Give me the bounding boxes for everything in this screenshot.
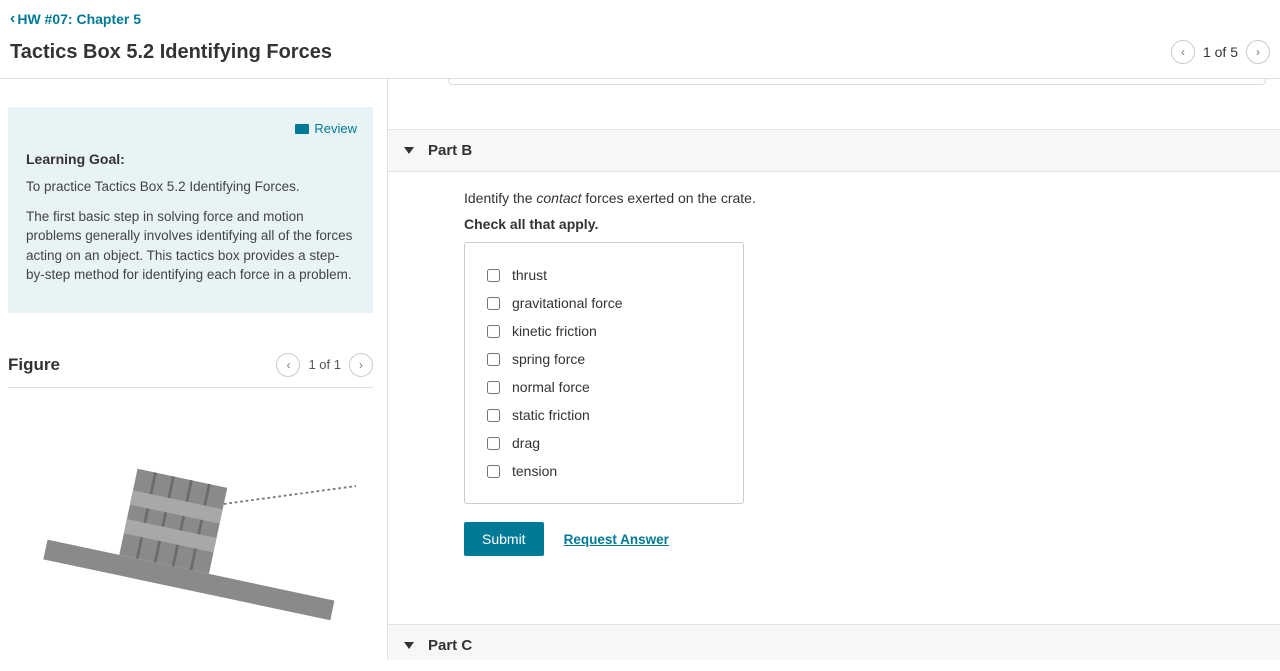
back-breadcrumb[interactable]: ‹ HW #07: Chapter 5 [10, 10, 141, 28]
checkbox[interactable] [487, 269, 500, 282]
part-b-prompt: Identify the contact forces exerted on t… [464, 190, 1264, 206]
breadcrumb-label: HW #07: Chapter 5 [17, 11, 141, 27]
figure-heading: Figure [8, 355, 60, 375]
submit-button[interactable]: Submit [464, 522, 544, 556]
option-gravitational-force[interactable]: gravitational force [487, 289, 721, 317]
request-answer-link[interactable]: Request Answer [564, 532, 669, 547]
learning-description: The first basic step in solving force an… [26, 207, 355, 285]
option-spring-force[interactable]: spring force [487, 345, 721, 373]
caret-down-icon [404, 147, 414, 154]
figure-pager-text: 1 of 1 [308, 357, 341, 372]
option-drag[interactable]: drag [487, 429, 721, 457]
option-static-friction[interactable]: static friction [487, 401, 721, 429]
checkbox[interactable] [487, 465, 500, 478]
pager-text: 1 of 5 [1203, 44, 1238, 60]
learning-goal-text: To practice Tactics Box 5.2 Identifying … [26, 177, 355, 197]
checkbox[interactable] [487, 437, 500, 450]
part-b-label: Part B [428, 142, 472, 159]
next-problem-button[interactable]: › [1246, 40, 1270, 64]
part-c-header[interactable]: Part C [388, 624, 1280, 660]
part-b-options: thrust gravitational force kinetic frict… [464, 242, 744, 504]
checkbox[interactable] [487, 297, 500, 310]
figure-prev-button[interactable]: ‹ [276, 353, 300, 377]
prev-problem-button[interactable]: ‹ [1171, 40, 1195, 64]
part-b-header[interactable]: Part B [388, 129, 1280, 172]
checkbox[interactable] [487, 325, 500, 338]
checkbox[interactable] [487, 353, 500, 366]
option-normal-force[interactable]: normal force [487, 373, 721, 401]
checkbox[interactable] [487, 409, 500, 422]
part-c-label: Part C [428, 637, 472, 654]
checkbox[interactable] [487, 381, 500, 394]
figure-next-button[interactable]: › [349, 353, 373, 377]
book-icon [295, 124, 309, 134]
figure-pager: ‹ 1 of 1 › [276, 353, 373, 377]
option-kinetic-friction[interactable]: kinetic friction [487, 317, 721, 345]
page-title: Tactics Box 5.2 Identifying Forces [10, 41, 332, 64]
review-label: Review [314, 121, 357, 136]
option-tension[interactable]: tension [487, 457, 721, 485]
learning-goal-panel: Review Learning Goal: To practice Tactic… [8, 107, 373, 313]
learning-goal-heading: Learning Goal: [26, 151, 355, 167]
previous-part-tail [448, 79, 1266, 85]
caret-down-icon [404, 642, 414, 649]
part-b-instruction: Check all that apply. [464, 216, 1264, 232]
problem-pager: ‹ 1 of 5 › [1171, 40, 1270, 64]
chevron-left-icon: ‹ [10, 10, 15, 28]
review-link[interactable]: Review [295, 121, 357, 136]
option-thrust[interactable]: thrust [487, 261, 721, 289]
figure-diagram [8, 388, 373, 648]
